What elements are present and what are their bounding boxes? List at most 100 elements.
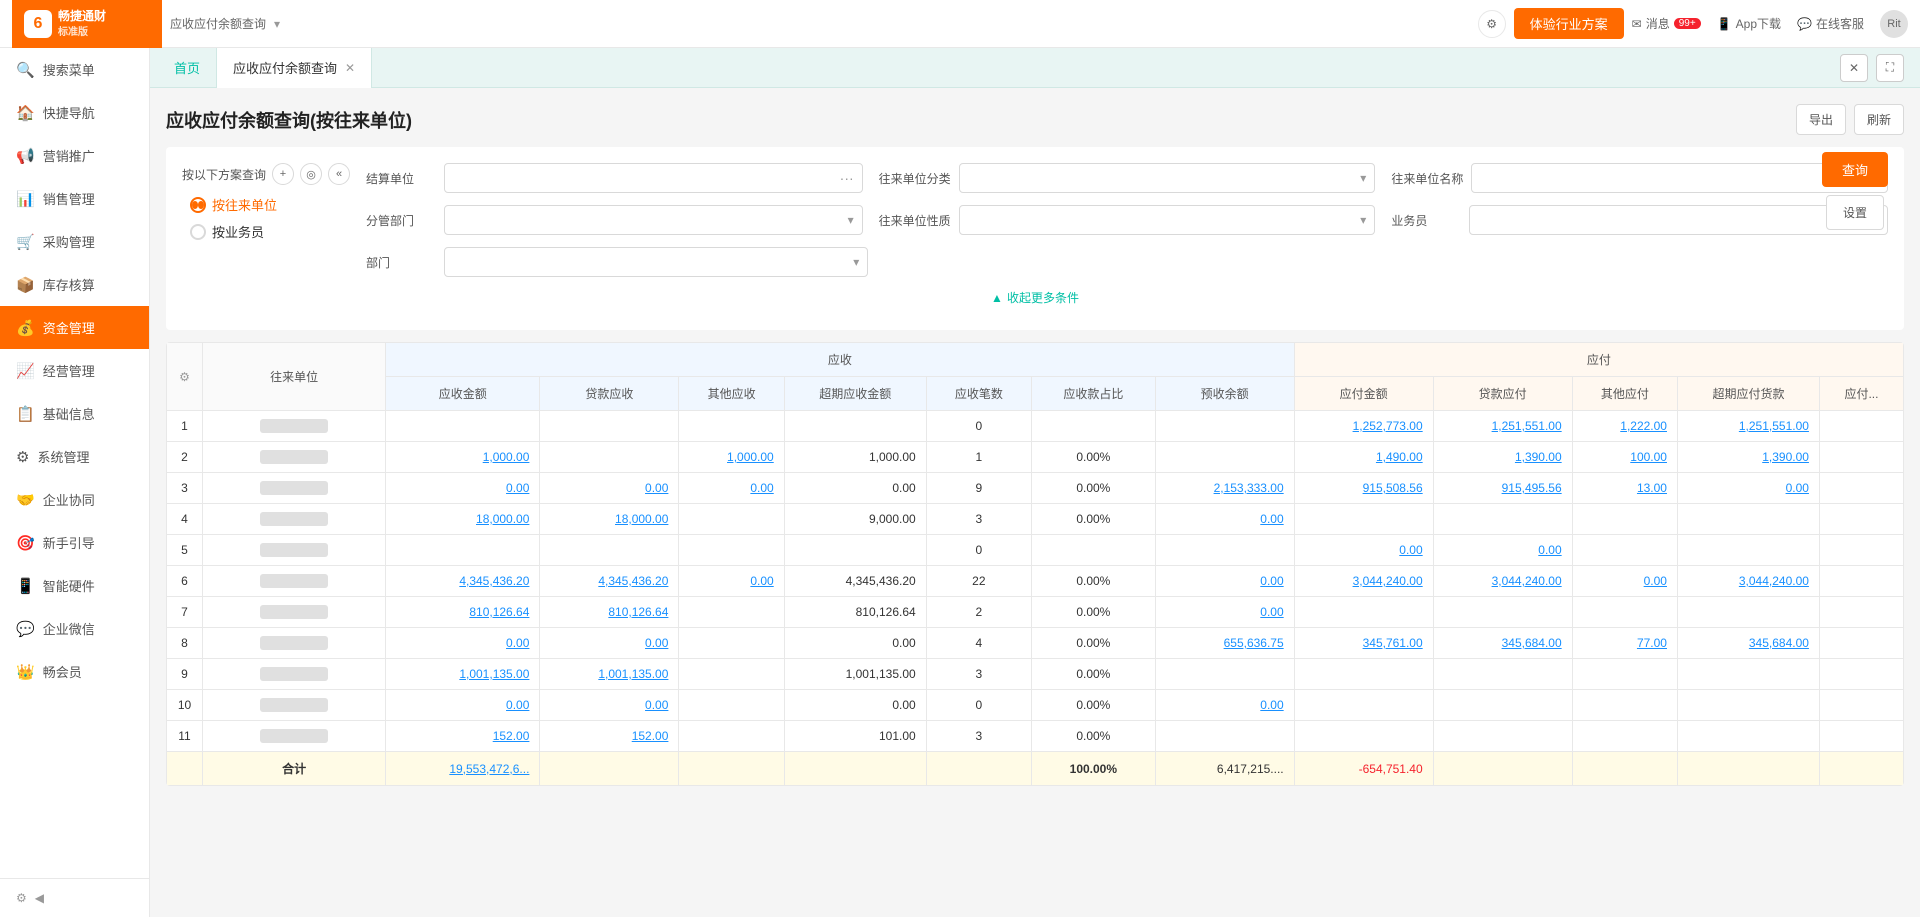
sidebar-item-search[interactable]: 🔍搜索菜单: [0, 48, 149, 91]
data-table: ⚙ 往来单位 应收 应付 应收金额 贷款应收 其他应收 超期应收金额 应收笔数: [166, 342, 1904, 786]
table-wrapper: ⚙ 往来单位 应收 应付 应收金额 贷款应收 其他应收 超期应收金额 应收笔数: [166, 342, 1904, 786]
sidebar-collapse-icon[interactable]: ◀: [35, 891, 44, 905]
tab-expand-btn[interactable]: ⛶: [1876, 54, 1904, 82]
col-recv-amount: 应收金额: [386, 377, 540, 411]
set-button[interactable]: 设置: [1826, 195, 1884, 230]
table-row: 10████████0.000.000.0000.00%0.00: [167, 690, 1904, 721]
tab-close-icon[interactable]: ✕: [345, 61, 355, 75]
sidebar-item-basic[interactable]: 📋基础信息: [0, 392, 149, 435]
settlement-unit-label: 结算单位: [366, 170, 436, 187]
col-recv-ratio: 应收款占比: [1032, 377, 1156, 411]
filter-row-1: 结算单位 ··· 往来单位分类 ▾: [366, 163, 1888, 193]
app-download-item[interactable]: 📱 App下载: [1717, 15, 1781, 32]
message-icon: ✉: [1632, 17, 1642, 31]
solution-button[interactable]: 体验行业方案: [1514, 8, 1624, 39]
main-layout: 🔍搜索菜单🏠快捷导航 📢 营销推广 📊销售管理🛒采购管理📦库存核算 💰 资金管理 📈经营管理…: [0, 48, 1920, 917]
department-input[interactable]: ▾: [444, 247, 868, 277]
sidebar-label-purchase: 采购管理: [43, 232, 95, 251]
col-loan-recv: 贷款应收: [540, 377, 679, 411]
scheme-employee-label: 按业务员: [212, 222, 264, 241]
sidebar-item-guide[interactable]: 🎯新手引导: [0, 521, 149, 564]
col-other-recv: 其他应收: [679, 377, 784, 411]
sidebar-item-operations[interactable]: 📈经营管理: [0, 349, 149, 392]
col-group-receivable: 应收: [386, 343, 1295, 377]
scheme-by-employee[interactable]: 按业务员: [190, 222, 350, 241]
filter-field-unit-name: 往来单位名称: [1391, 163, 1888, 193]
system-icon: ⚙: [16, 448, 29, 466]
logo-area: 6 畅捷通财 标准版: [12, 0, 162, 48]
table-row: 2████████1,000.001,000.001,000.0010.00%1…: [167, 442, 1904, 473]
unit-category-input[interactable]: ▾: [959, 163, 1376, 193]
tab-home[interactable]: 首页: [158, 48, 217, 88]
col-group-payable: 应付: [1294, 343, 1903, 377]
sales-icon: 📊: [16, 190, 35, 208]
department-label: 部门: [366, 254, 436, 271]
filter-row-2: 分管部门 ▾ 往来单位性质 ▾: [366, 205, 1888, 235]
add-filter-btn[interactable]: +: [272, 163, 294, 185]
message-item[interactable]: ✉ 消息 99+: [1632, 15, 1701, 32]
manage-dept-input[interactable]: ▾: [444, 205, 863, 235]
col-overdue-recv: 超期应收金额: [784, 377, 926, 411]
query-tab-label: 应收应付余额查询: [233, 58, 337, 77]
user-avatar[interactable]: Rit: [1880, 10, 1908, 38]
sidebar-settings-icon[interactable]: ⚙: [16, 891, 27, 905]
sidebar-label-enterprise: 企业协同: [43, 490, 95, 509]
sidebar-label-finance: 资金管理: [43, 318, 95, 337]
breadcrumb-arrow: ▾: [274, 17, 280, 31]
unit-category-label: 往来单位分类: [879, 170, 951, 187]
marketing-icon: 📢: [16, 147, 35, 165]
nav-icon: 🏠: [16, 104, 35, 122]
unit-nature-input[interactable]: ▾: [959, 205, 1376, 235]
settlement-unit-input[interactable]: ···: [444, 163, 863, 193]
sidebar-label-system: 系统管理: [37, 447, 89, 466]
scheme-by-unit[interactable]: 按往来单位: [190, 195, 350, 214]
sidebar-item-finance[interactable]: 💰 资金管理: [0, 306, 149, 349]
finance-icon: 💰: [16, 319, 35, 337]
table-row: 1████████01,252,773.001,251,551.001,222.…: [167, 411, 1904, 442]
online-service-item[interactable]: 💬 在线客服: [1797, 15, 1864, 32]
table-row: 5████████00.000.00: [167, 535, 1904, 566]
filter-area: 按以下方案查询 + ◎ « 按往来单位: [166, 147, 1904, 330]
collapse-arrow-icon: ▲: [991, 291, 1003, 305]
sidebar-label-marketing: 营销推广: [43, 146, 95, 165]
export-button[interactable]: 导出: [1796, 104, 1846, 135]
table-row: 8████████0.000.000.0040.00%655,636.75345…: [167, 628, 1904, 659]
unit-name-label: 往来单位名称: [1391, 170, 1463, 187]
salesperson-label: 业务员: [1391, 212, 1461, 229]
service-icon: 💬: [1797, 17, 1812, 31]
sidebar-item-member[interactable]: 👑畅会员: [0, 650, 149, 693]
tab-close-btn[interactable]: ✕: [1840, 54, 1868, 82]
col-prepay: 预收余额: [1155, 377, 1294, 411]
filter-section-title: 按以下方案查询: [182, 166, 266, 183]
message-label: 消息: [1646, 15, 1670, 32]
sidebar-item-inventory[interactable]: 📦库存核算: [0, 263, 149, 306]
brand-sub: 标准版: [58, 23, 106, 38]
guide-icon: 🎯: [16, 534, 35, 552]
top-bar-right: ✉ 消息 99+ 📱 App下载 💬 在线客服 Rit: [1632, 10, 1908, 38]
sidebar-item-purchase[interactable]: 🛒采购管理: [0, 220, 149, 263]
sidebar-item-enterprise[interactable]: 🤝企业协同: [0, 478, 149, 521]
settings-icon-top[interactable]: ⚙: [1478, 10, 1506, 38]
sidebar-item-sales[interactable]: 📊销售管理: [0, 177, 149, 220]
scheme-unit-label: 按往来单位: [212, 195, 277, 214]
sidebar-bottom[interactable]: ⚙ ◀: [0, 878, 149, 917]
scheme-unit-radio: [190, 197, 206, 213]
table-settings-header[interactable]: ⚙: [167, 343, 203, 411]
brand-name: 畅捷通财: [58, 9, 106, 23]
col-loan-pay: 贷款应付: [1433, 377, 1572, 411]
query-button[interactable]: 查询: [1822, 152, 1888, 187]
sidebar: 🔍搜索菜单🏠快捷导航 📢 营销推广 📊销售管理🛒采购管理📦库存核算 💰 资金管理 📈经营管理…: [0, 48, 150, 917]
sidebar-item-marketing[interactable]: 📢 营销推广: [0, 134, 149, 177]
sidebar-item-nav[interactable]: 🏠快捷导航: [0, 91, 149, 134]
sidebar-item-hardware[interactable]: 📱智能硬件: [0, 564, 149, 607]
tab-query[interactable]: 应收应付余额查询 ✕: [217, 48, 372, 88]
filter-field-nature: 往来单位性质 ▾: [879, 205, 1376, 235]
back-filter-btn[interactable]: «: [328, 163, 350, 185]
refresh-button[interactable]: 刷新: [1854, 104, 1904, 135]
target-filter-btn[interactable]: ◎: [300, 163, 322, 185]
table-container: ⚙ 往来单位 应收 应付 应收金额 贷款应收 其他应收 超期应收金额 应收笔数: [166, 342, 1904, 786]
sidebar-item-wechat[interactable]: 💬企业微信: [0, 607, 149, 650]
download-icon: 📱: [1717, 17, 1732, 31]
collapse-more-btn[interactable]: ▲ 收起更多条件: [182, 281, 1888, 314]
sidebar-item-system[interactable]: ⚙ 系统管理: [0, 435, 149, 478]
